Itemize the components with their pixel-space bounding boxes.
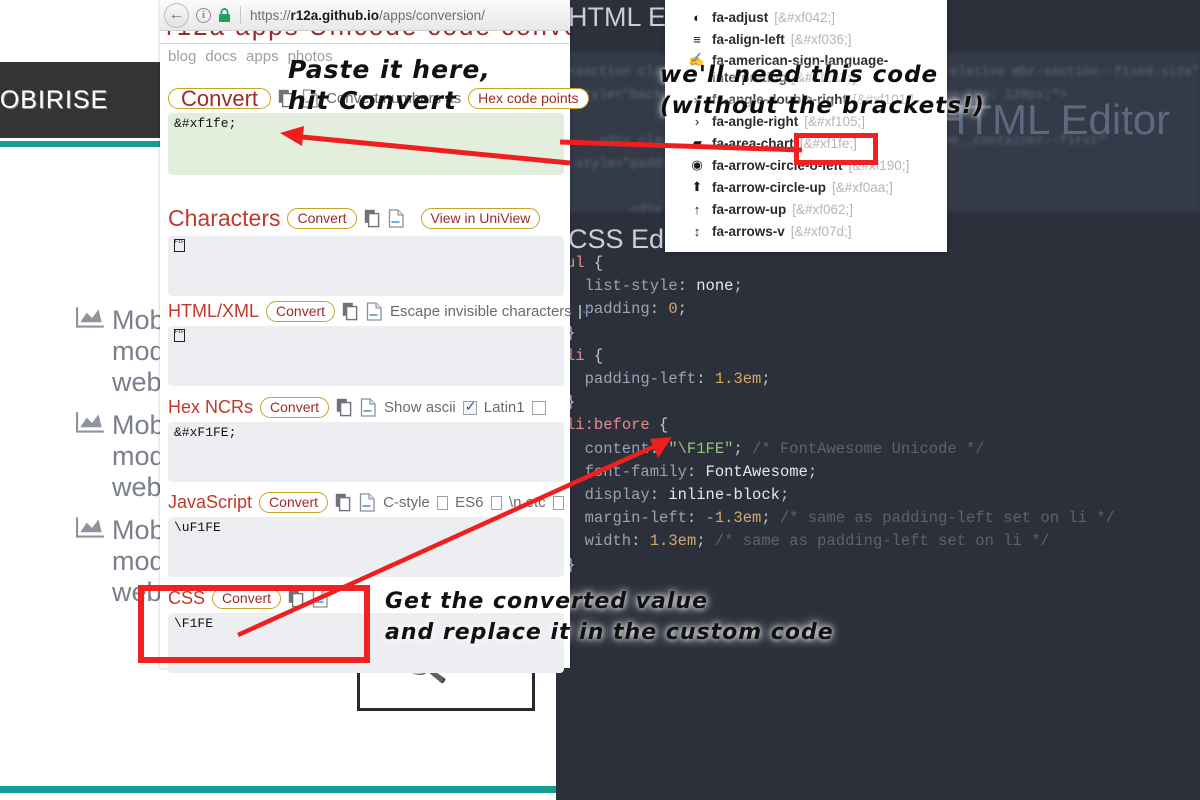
row-title: Hex NCRs	[168, 397, 253, 418]
view-in-uniview-button[interactable]: View in UniView	[421, 208, 541, 229]
url-divider	[240, 6, 241, 24]
annotation-need-this-code: we'll need this code (without the bracke…	[660, 60, 985, 122]
latin1-label: Latin1	[484, 399, 525, 416]
show-ascii-checkbox[interactable]	[463, 401, 477, 415]
css-code-line: padding-left: 1.3em;	[566, 368, 1200, 391]
dropdown-item-fa-adjust[interactable]: ◐ fa-adjust [&#xf042;]	[665, 6, 947, 28]
convert-button[interactable]: Convert	[168, 88, 271, 109]
info-icon[interactable]: i	[196, 8, 211, 23]
nav-item-apps[interactable]: apps	[246, 48, 279, 65]
css-code-line: }	[566, 322, 1200, 345]
adjust-icon: ◐	[688, 10, 706, 25]
css-code-line: }	[566, 391, 1200, 414]
copy-icon[interactable]	[342, 302, 359, 321]
nav-item-docs[interactable]: docs	[205, 48, 237, 65]
back-arrow-icon[interactable]: ←	[164, 3, 189, 28]
icon-name: fa-arrow-up	[712, 202, 786, 217]
url-path: /apps/conversion/	[379, 8, 485, 23]
icon-name: fa-arrow-circle-up	[712, 180, 826, 195]
css-code-line: ul {	[566, 252, 1200, 275]
tofu-glyph: F1FE	[174, 329, 185, 342]
area-chart-icon	[76, 515, 106, 541]
annotation-arrow-to-dropdown	[560, 130, 810, 160]
characters-output[interactable]: F1FE	[168, 236, 564, 296]
css-code-line: list-style: none;	[566, 275, 1200, 298]
html-xml-output[interactable]: F1FE	[168, 326, 564, 386]
escape-invisible-checkbox[interactable]	[579, 305, 581, 319]
file-icon[interactable]	[366, 302, 383, 321]
annotation-paste-here: Paste it here, hit Convert	[288, 54, 491, 116]
row-title: HTML/XML	[168, 301, 259, 322]
copy-icon[interactable]	[364, 209, 381, 228]
latin1-checkbox[interactable]	[532, 401, 546, 415]
header-rule	[160, 43, 570, 44]
arrows-v-icon: ↕	[688, 224, 706, 239]
site-header-strip: r12a apps Unicode code converter	[160, 31, 570, 45]
arrow-circle-up-icon: ⬆	[688, 179, 706, 195]
row-title: Characters	[168, 205, 280, 232]
area-chart-icon	[76, 305, 106, 331]
icon-code: [&#xf042;]	[774, 10, 835, 25]
url-prefix: https://	[250, 8, 291, 23]
dropdown-item-fa-arrows-v[interactable]: ↕ fa-arrows-v [&#xf07d;]	[665, 220, 947, 242]
browser-chrome: ← i https://r12a.github.io/apps/conversi…	[160, 0, 570, 31]
show-ascii-label: Show ascii	[384, 399, 456, 416]
arrow-up-icon: ↑	[688, 202, 706, 217]
css-code-line: padding: 0;	[566, 298, 1200, 321]
lock-icon	[218, 8, 231, 23]
convert-button[interactable]: Convert	[266, 301, 335, 322]
icon-code: [&#xf0aa;]	[832, 180, 893, 195]
highlight-box-css-row	[138, 585, 370, 663]
fontawesome-icon-dropdown[interactable]: ◐ fa-adjust [&#xf042;] ≡ fa-align-left […	[665, 0, 947, 252]
annotation-get-converted-value: Get the converted value and replace it i…	[385, 586, 834, 648]
css-code-line: li {	[566, 345, 1200, 368]
convert-button[interactable]: Convert	[260, 397, 329, 418]
mobirise-logo: MOBIRISE	[0, 86, 108, 115]
icon-code: [&#xf036;]	[791, 32, 852, 47]
url-bar[interactable]: https://r12a.github.io/apps/conversion/	[250, 8, 485, 23]
copy-icon[interactable]	[336, 398, 353, 417]
annotation-arrow-to-input	[270, 118, 570, 168]
dropdown-item-fa-arrow-up[interactable]: ↑ fa-arrow-up [&#xf062;]	[665, 198, 947, 220]
highlight-box-dropdown-code	[794, 133, 878, 165]
bottom-divider	[0, 786, 556, 793]
convert-button[interactable]: Convert	[287, 208, 356, 229]
icon-code: [&#xf07d;]	[791, 224, 852, 239]
site-header-text: r12a apps Unicode code converter	[166, 31, 570, 42]
icon-name: fa-align-left	[712, 32, 785, 47]
icon-code: [&#xf062;]	[792, 202, 853, 217]
converter-row-html-xml: HTML/XML Convert Escape invisible charac…	[168, 301, 564, 386]
nav-item-blog[interactable]: blog	[168, 48, 196, 65]
escape-invisible-label: Escape invisible characters	[390, 303, 572, 320]
file-icon[interactable]	[388, 209, 405, 228]
align-left-icon: ≡	[688, 32, 706, 47]
icon-name: fa-arrows-v	[712, 224, 785, 239]
area-chart-icon	[76, 410, 106, 436]
tofu-glyph: F1FE	[174, 239, 185, 252]
dropdown-item-fa-align-left[interactable]: ≡ fa-align-left [&#xf036;]	[665, 28, 947, 50]
converter-row-characters: Characters Convert View in UniView F1FE	[168, 205, 564, 296]
file-icon[interactable]	[360, 398, 377, 417]
icon-name: fa-adjust	[712, 10, 768, 25]
url-host: r12a.github.io	[291, 8, 380, 23]
dropdown-item-fa-arrow-circle-up[interactable]: ⬆ fa-arrow-circle-up [&#xf0aa;]	[665, 176, 947, 198]
screenshot-root: MOBIRISE Mobirise modern website	[0, 0, 1200, 800]
